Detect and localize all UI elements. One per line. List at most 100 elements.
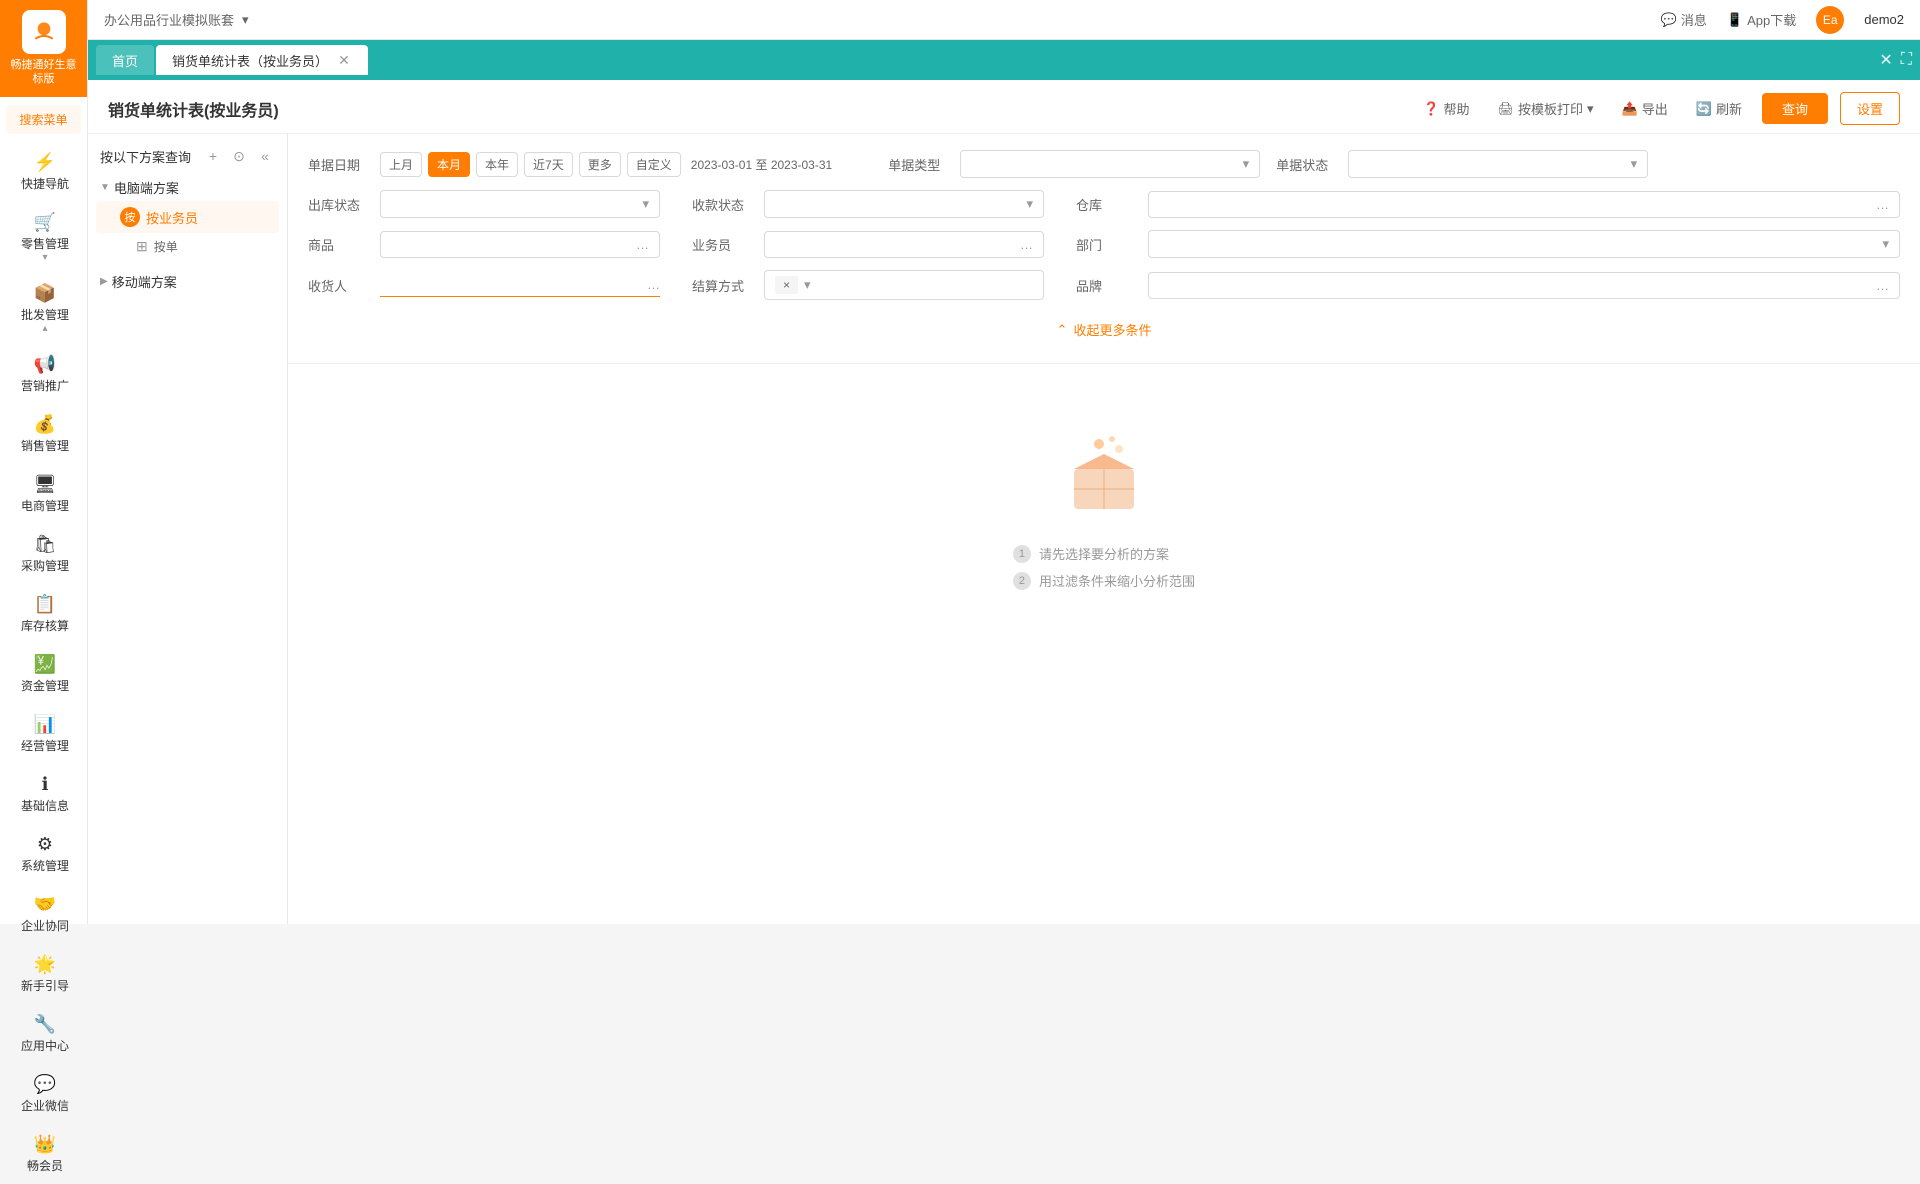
- sidebar-item-inventory[interactable]: 📋 库存核算: [0, 584, 87, 644]
- apps-icon: 🔧: [34, 1014, 56, 1035]
- edit-scheme-button[interactable]: ⊙: [229, 146, 249, 166]
- app-download-button[interactable]: 📱 App下载: [1727, 10, 1796, 29]
- collapse-button[interactable]: ⌃ 收起更多条件: [308, 312, 1900, 347]
- wholesale-icon: 📦: [34, 283, 56, 304]
- tree-group-mobile[interactable]: ▶ 移动端方案: [96, 268, 279, 295]
- home-tab-label: 首页: [112, 51, 138, 70]
- sidebar-item-member[interactable]: 👑 畅会员: [0, 1124, 87, 1184]
- salesperson-select[interactable]: …: [764, 231, 1044, 258]
- help-button[interactable]: ❓ 帮助: [1415, 95, 1477, 122]
- newbie-label: 新手引导: [21, 977, 69, 994]
- collapse-panel-button[interactable]: «: [255, 146, 275, 166]
- sidebar-item-retail[interactable]: 🛒 零售管理 ▾: [0, 202, 87, 273]
- warehouse-select[interactable]: …: [1148, 191, 1900, 218]
- member-label: 畅会员: [27, 1157, 63, 1174]
- print-template-button[interactable]: 🖨 按模板打印 ▾: [1490, 95, 1602, 122]
- tag-close[interactable]: ×: [783, 278, 790, 292]
- date-btn-last-month[interactable]: 上月: [380, 152, 422, 177]
- search-menu-button[interactable]: 搜索菜单: [6, 105, 81, 134]
- export-icon: 📤: [1622, 101, 1638, 117]
- dept-select[interactable]: ▾: [1148, 230, 1900, 258]
- workspace-arrow: ▾: [242, 12, 249, 28]
- consignee-input[interactable]: …: [380, 273, 660, 297]
- sidebar-item-shortcut[interactable]: ⚡ 快捷导航: [0, 142, 87, 202]
- ecommerce-label: 电商管理: [21, 497, 69, 514]
- brand-select[interactable]: …: [1148, 272, 1900, 299]
- sidebar-item-sales[interactable]: 💰 销售管理: [0, 404, 87, 464]
- sidebar-item-wholesale[interactable]: 📦 批发管理 ▴: [0, 273, 87, 344]
- message-button[interactable]: 💬 消息: [1661, 10, 1707, 29]
- workspace-selector[interactable]: 办公用品行业模拟账套 ▾: [104, 10, 249, 29]
- date-btn-last-7-days[interactable]: 近7天: [524, 152, 573, 177]
- filter-row-1: 单据日期 上月 本月 本年 近7天 更多 自定义 2023-03-01 至 20…: [308, 150, 1900, 178]
- help-label: 帮助: [1443, 99, 1469, 118]
- date-btn-more[interactable]: 更多: [579, 152, 621, 177]
- sidebar-item-ecommerce[interactable]: 🖥 电商管理: [0, 464, 87, 524]
- payment-arrow: ▾: [804, 277, 811, 293]
- date-btn-this-month[interactable]: 本月: [428, 152, 470, 177]
- empty-icon: [1054, 424, 1154, 524]
- tab-close-all-button[interactable]: ✕: [1879, 50, 1892, 70]
- date-btn-this-year[interactable]: 本年: [476, 152, 518, 177]
- sidebar-item-finance[interactable]: 💹 资金管理: [0, 644, 87, 704]
- warehouse-label: 仓库: [1076, 195, 1132, 214]
- inventory-label: 库存核算: [21, 617, 69, 634]
- export-button[interactable]: 📤 导出: [1614, 95, 1676, 122]
- sales-icon: 💰: [34, 414, 56, 435]
- enterprise-icon: 🤝: [34, 894, 56, 915]
- avatar[interactable]: Ea: [1816, 6, 1844, 34]
- tree-item-by-salesperson[interactable]: 按 按业务员: [96, 201, 279, 233]
- warehouse-dots: …: [1876, 197, 1889, 212]
- refresh-button[interactable]: 🔄 刷新: [1688, 95, 1750, 122]
- brand-dots: …: [1876, 278, 1889, 293]
- finance-icon: 💹: [34, 654, 56, 675]
- query-button[interactable]: 查询: [1762, 93, 1828, 124]
- payment-method-select[interactable]: × ▾: [764, 270, 1044, 300]
- receipt-status-arrow: ▾: [1026, 196, 1033, 212]
- sidebar-item-purchase[interactable]: 🛍 采购管理: [0, 524, 87, 584]
- sidebar-item-newbie[interactable]: 🌟 新手引导: [0, 944, 87, 1004]
- username: demo2: [1864, 12, 1904, 27]
- payment-method-tag: ×: [775, 276, 798, 294]
- sidebar-item-wechat[interactable]: 💬 企业微信: [0, 1064, 87, 1124]
- sidebar-item-enterprise[interactable]: 🤝 企业协同: [0, 884, 87, 944]
- receipt-status-label: 收款状态: [692, 195, 748, 214]
- message-label: 消息: [1681, 10, 1707, 29]
- doc-type-arrow: ▾: [1243, 156, 1250, 172]
- date-btn-custom[interactable]: 自定义: [627, 152, 681, 177]
- receipt-status-select[interactable]: ▾: [764, 190, 1044, 218]
- tree-group-desktop[interactable]: ▼ 电脑端方案: [96, 174, 279, 201]
- doc-type-select[interactable]: ▾: [960, 150, 1260, 178]
- out-status-select[interactable]: ▾: [380, 190, 660, 218]
- product-select[interactable]: …: [380, 231, 660, 258]
- tab-close-button[interactable]: ✕: [336, 52, 352, 68]
- tab-sales-stats[interactable]: 销货单统计表（按业务员） ✕: [156, 45, 368, 75]
- left-panel-icon-group: + ⊙ «: [203, 146, 275, 166]
- shortcut-icon: ⚡: [34, 152, 56, 173]
- order-icon: ⊞: [136, 238, 148, 255]
- avatar-text: Ea: [1823, 13, 1838, 27]
- message-icon: 💬: [1661, 12, 1677, 28]
- sidebar-item-basic[interactable]: ℹ 基础信息: [0, 764, 87, 824]
- tab-maximize-button[interactable]: ⛶: [1901, 50, 1912, 70]
- tab-home[interactable]: 首页: [96, 45, 154, 75]
- ecommerce-icon: 🖥: [34, 474, 57, 495]
- left-panel-title: 按以下方案查询: [100, 147, 191, 166]
- wechat-label: 企业微信: [21, 1097, 69, 1114]
- empty-hint-2: 2 用过滤条件来缩小分析范围: [1013, 571, 1195, 590]
- sidebar-item-system[interactable]: ⚙ 系统管理: [0, 824, 87, 884]
- sidebar-item-apps[interactable]: 🔧 应用中心: [0, 1004, 87, 1064]
- tree-sub-item-by-order[interactable]: ⊞ 按单: [96, 233, 279, 260]
- operations-icon: 📊: [34, 714, 56, 735]
- marketing-label: 营销推广: [21, 377, 69, 394]
- enterprise-label: 企业协同: [21, 917, 69, 934]
- page-actions: ❓ 帮助 🖨 按模板打印 ▾ 📤 导出 🔄 刷新: [1415, 92, 1900, 125]
- marketing-icon: 📢: [34, 354, 56, 375]
- settings-button[interactable]: 设置: [1840, 92, 1900, 125]
- sidebar-item-operations[interactable]: 📊 经营管理: [0, 704, 87, 764]
- logo-area[interactable]: 畅捷通好生意 标版: [0, 0, 87, 97]
- add-scheme-button[interactable]: +: [203, 146, 223, 166]
- doc-status-select[interactable]: ▾: [1348, 150, 1648, 178]
- product-label: 商品: [308, 235, 364, 254]
- sidebar-item-marketing[interactable]: 📢 营销推广: [0, 344, 87, 404]
